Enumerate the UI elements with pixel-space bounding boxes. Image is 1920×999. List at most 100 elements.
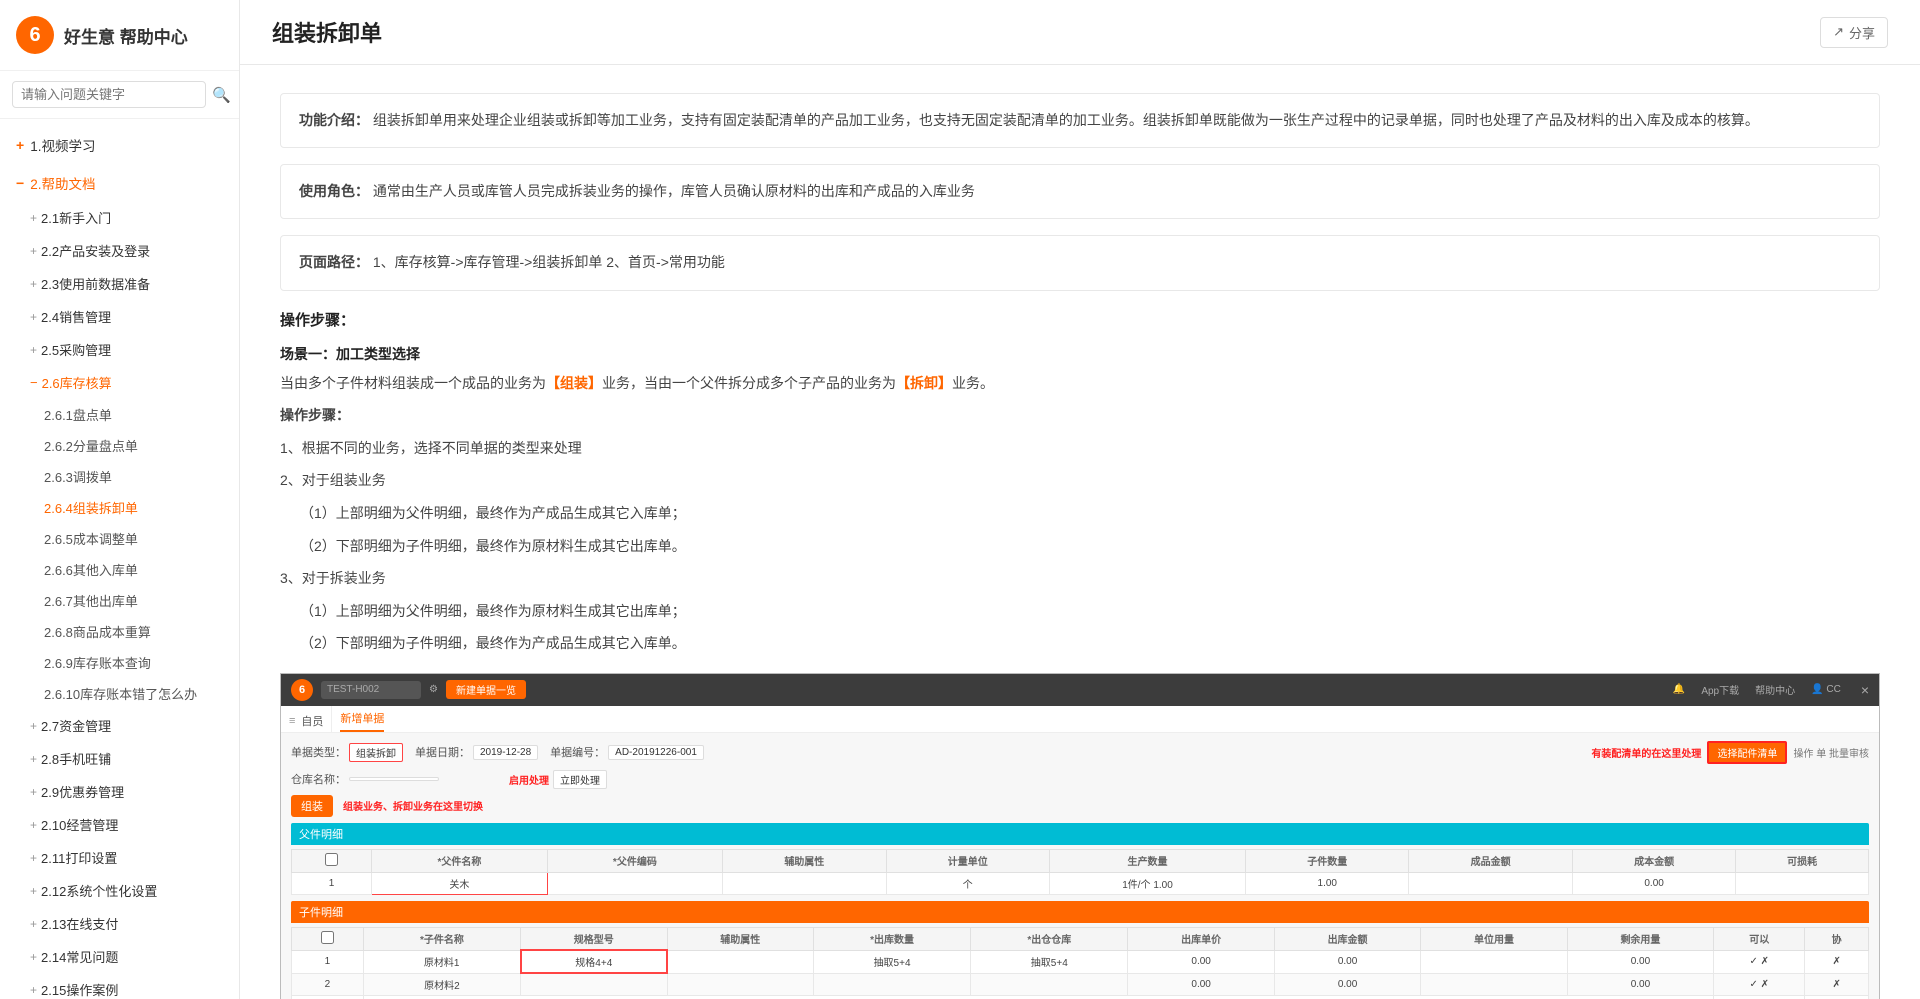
step2-2: （2）下部明细为子件明细，最终作为原材料生成其它出库单。	[300, 533, 1880, 560]
sidebar-item-2-15[interactable]: + 2.15操作案例	[0, 973, 239, 999]
sub-plus-icon: +	[30, 752, 37, 766]
mock-action-btn2: 立即处理	[553, 770, 607, 789]
intro-block: 功能介绍： 组装拆卸单用来处理企业组装或拆卸等加工业务，支持有固定装配清单的产品…	[280, 93, 1880, 148]
sidebar-item-2-6-3[interactable]: 2.6.3调拨单	[0, 461, 239, 492]
sidebar-item-2-6-10[interactable]: 2.6.10库存账本错了怎么办	[0, 678, 239, 709]
mock-form-area: 单据类型： 组装拆卸 单据日期： 2019-12-28 单据编号： AD-201…	[281, 733, 1879, 999]
td-outwh1: 抽取5+4	[971, 950, 1128, 973]
sidebar-item-2-6-6[interactable]: 2.6.6其他入库单	[0, 554, 239, 585]
th-out-price: 出库单价	[1128, 927, 1274, 950]
ops-title: 操作步骤：	[280, 309, 1880, 330]
td-cost-amt: 0.00	[1572, 872, 1735, 894]
sidebar-item-2-6-2[interactable]: 2.6.2分量盘点单	[0, 430, 239, 461]
sidebar-item-2-10[interactable]: + 2.10经营管理	[0, 808, 239, 841]
th-spec: 规格型号	[521, 927, 667, 950]
td-num2: 2	[292, 973, 364, 995]
sidebar-item-2-6[interactable]: − 2.6库存核算	[0, 366, 239, 399]
mock-field-type: 单据类型： 组装拆卸	[291, 743, 403, 762]
mock-tab-area: 新增单据	[332, 706, 392, 732]
th-checkbox[interactable]	[325, 853, 338, 866]
step3-1: （1）上部明细为父件明细，最终作为原材料生成其它出库单；	[300, 598, 1880, 625]
search-input[interactable]	[12, 81, 206, 108]
sidebar-item-2-8[interactable]: + 2.8手机旺铺	[0, 742, 239, 775]
mock-close-icon[interactable]: ×	[1861, 682, 1869, 698]
sub-plus-icon: +	[30, 785, 37, 799]
td-unit: 个	[886, 872, 1049, 894]
sidebar-item-2-12[interactable]: + 2.12系统个性化设置	[0, 874, 239, 907]
sidebar-item-2-4[interactable]: + 2.4销售管理	[0, 300, 239, 333]
mock-field-date: 单据日期： 2019-12-28	[415, 744, 538, 760]
th-checkbox2[interactable]	[321, 931, 334, 944]
mock-annotation2-area: 启用处理 立即处理	[509, 770, 607, 789]
td-parent-code	[547, 872, 722, 894]
mock-upper-section: 父件明细 *父件名称 *父件编码 辅助属性 计量单位 生产数量	[291, 823, 1869, 895]
search-button[interactable]: 🔍	[212, 86, 231, 104]
th-cost-amt: 成本金额	[1572, 849, 1735, 872]
table-row: 2 原材料2 0.00 0.00 0.00	[292, 973, 1869, 995]
sidebar-item-label: 2.8手机旺铺	[41, 749, 111, 768]
sidebar-item-2-14[interactable]: + 2.14常见问题	[0, 940, 239, 973]
td-ok2: ✓ ✗	[1714, 973, 1805, 995]
sidebar-item-2-9[interactable]: + 2.9优惠券管理	[0, 775, 239, 808]
td-num1: 1	[292, 950, 364, 973]
mock-topbar-id: TEST-H002	[327, 684, 379, 695]
sidebar-item-2-11[interactable]: + 2.11打印设置	[0, 841, 239, 874]
sub-plus-icon: +	[30, 851, 37, 865]
mock-left-nav: ≡ 自员	[289, 706, 332, 732]
td-empty3	[363, 995, 1713, 999]
sidebar-item-2-6-1[interactable]: 2.6.1盘点单	[0, 399, 239, 430]
td-prod-qty: 1件/个 1.00	[1049, 872, 1245, 894]
sidebar-item-2-6-8[interactable]: 2.6.8商品成本重算	[0, 616, 239, 647]
sidebar-item-2-6-7[interactable]: 2.6.7其他出库单	[0, 585, 239, 616]
td-outwh2	[971, 973, 1128, 995]
sidebar-item-label: 2.3使用前数据准备	[41, 274, 150, 293]
sidebar-item-2-2[interactable]: + 2.2产品安装及登录	[0, 234, 239, 267]
sidebar-item-2-7[interactable]: + 2.7资金管理	[0, 709, 239, 742]
sidebar-item-video[interactable]: + 1.视频学习	[0, 127, 239, 163]
page-title: 组装拆卸单	[272, 16, 382, 48]
mock-assembly-toggle[interactable]: 组装	[291, 795, 333, 817]
sub-plus-icon: +	[30, 884, 37, 898]
th-prod-qty: 生产数量	[1049, 849, 1245, 872]
mock-field-label3: 单据编号：	[550, 744, 605, 760]
sidebar-item-docs[interactable]: − 2.帮助文档	[0, 165, 239, 201]
step2: 2、对于组装业务	[280, 467, 1880, 494]
td-outamt1: 0.00	[1274, 950, 1420, 973]
th-check2	[292, 927, 364, 950]
mock-topbar-icon1: ⚙	[429, 684, 438, 695]
sub-plus-icon: +	[30, 983, 37, 997]
logo-icon: 6	[16, 16, 54, 54]
step1: 1、根据不同的业务，选择不同单据的类型来处理	[280, 435, 1880, 462]
minus-icon: −	[16, 175, 24, 191]
mock-left-icon: ≡	[289, 715, 295, 727]
share-button[interactable]: ↗ 分享	[1820, 17, 1888, 48]
th-coop: 协	[1805, 927, 1869, 950]
upper-section-label: 父件明细	[299, 829, 343, 841]
td-ok3: ✓ ✗	[1714, 995, 1805, 999]
sidebar-item-2-13[interactable]: + 2.13在线支付	[0, 907, 239, 940]
minus-icon: −	[30, 375, 38, 390]
main-header: 组装拆卸单 ↗ 分享	[240, 0, 1920, 65]
mock-tab-new[interactable]: 新增单据	[340, 706, 384, 732]
mock-select-btn: 选择配件清单	[1707, 741, 1787, 764]
sidebar-item-2-3[interactable]: + 2.3使用前数据准备	[0, 267, 239, 300]
sidebar-item-2-5[interactable]: + 2.5采购管理	[0, 333, 239, 366]
mock-subnav: ≡ 自员 新增单据	[281, 706, 1879, 733]
td-coop3: ✗	[1805, 995, 1869, 999]
mock-num-input: AD-20191226-001	[608, 745, 704, 760]
sub-plus-icon: +	[30, 719, 37, 733]
lower-table: *子件名称 规格型号 辅助属性 *出库数量 *出仓仓库 出库单价 出库金额 单位…	[291, 927, 1869, 999]
sidebar-item-2-6-5[interactable]: 2.6.5成本调整单	[0, 523, 239, 554]
sidebar-item-label: 2.2产品安装及登录	[41, 241, 150, 260]
intro-label: 功能介绍：	[299, 112, 369, 128]
td-remain1: 0.00	[1567, 950, 1713, 973]
mock-date-input: 2019-12-28	[473, 745, 538, 760]
path-label: 页面路径：	[299, 254, 369, 270]
mock-window: 6 TEST-H002 ⚙ 新建单据一览 🔔 App下载 帮助中心 👤 CC ×	[280, 673, 1880, 999]
sidebar-item-2-6-9[interactable]: 2.6.9库存账本查询	[0, 647, 239, 678]
sub-plus-icon: +	[30, 310, 37, 324]
sidebar-item-2-6-4[interactable]: 2.6.4组装拆卸单	[0, 492, 239, 523]
sidebar-item-2-1[interactable]: + 2.1新手入门	[0, 201, 239, 234]
mock-action-icons: 操作 单 批量审核	[1793, 745, 1869, 760]
mock-topbar-input: TEST-H002	[321, 681, 421, 699]
